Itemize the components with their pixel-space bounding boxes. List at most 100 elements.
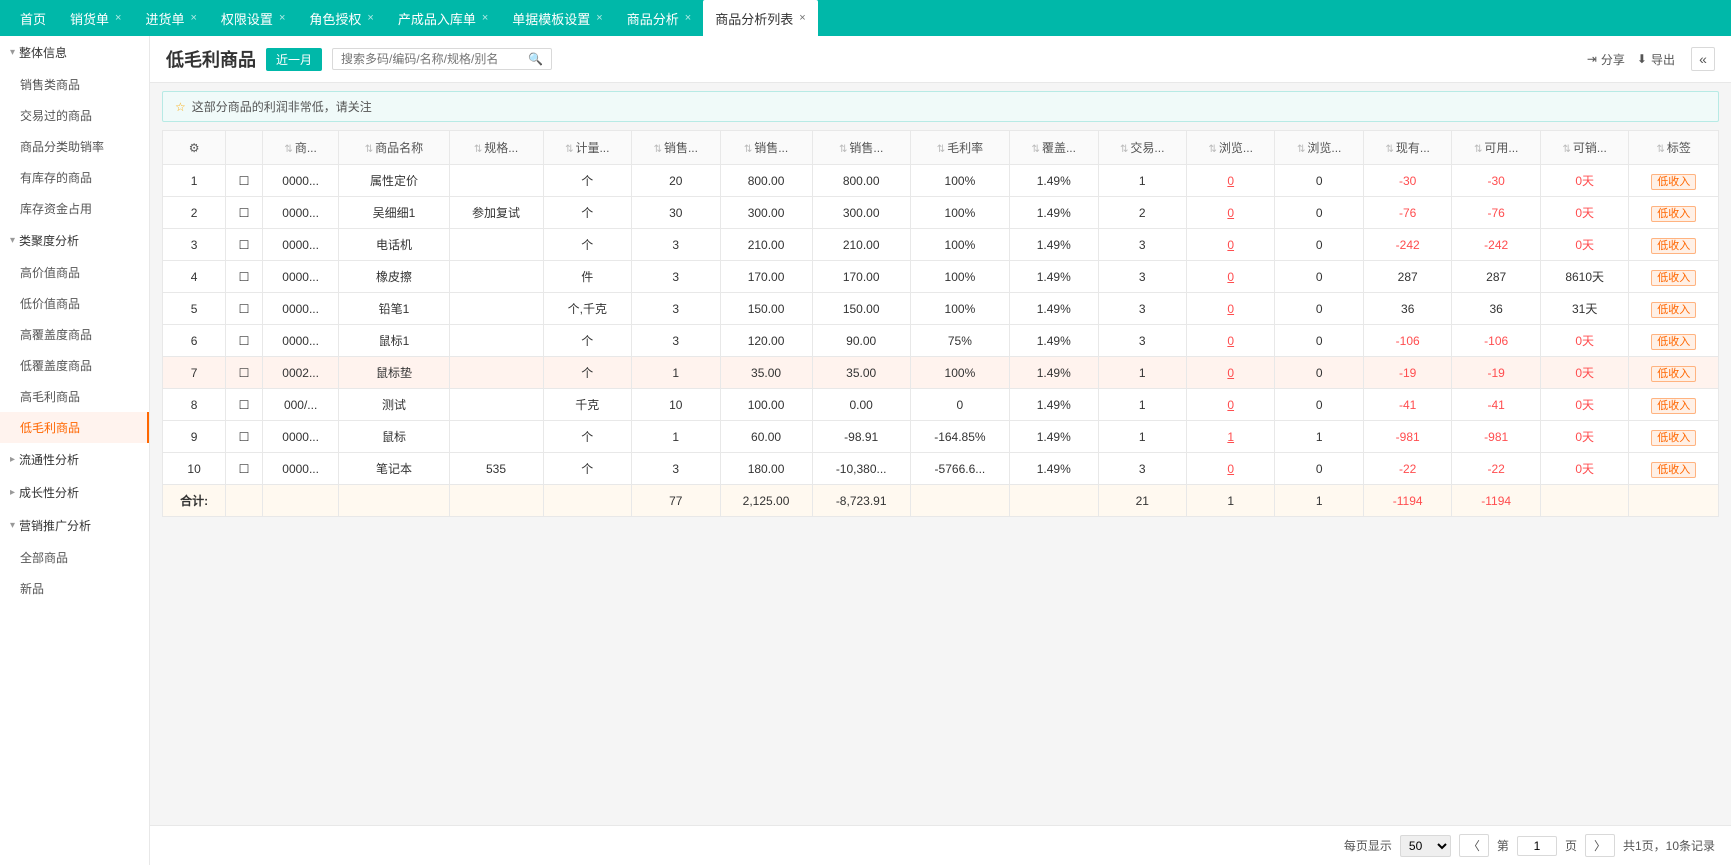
sidebar-group-营销推广分析[interactable]: ▾营销推广分析 (0, 509, 149, 542)
col-header-available_stock[interactable]: ⇅可用... (1452, 131, 1540, 165)
search-icon[interactable]: 🔍 (528, 52, 543, 66)
sidebar-group-流通性分析[interactable]: ▸流通性分析 (0, 443, 149, 476)
row-checkbox[interactable]: ☐ (226, 421, 263, 453)
sidebar-item-低价值商品[interactable]: 低价值商品 (0, 288, 149, 319)
nav-item-角色授权[interactable]: 角色授权× (297, 0, 385, 36)
col-header-deal_count[interactable]: ⇅交易... (1098, 131, 1186, 165)
view-link[interactable]: 0 (1227, 398, 1234, 412)
table-row[interactable]: 5☐0000...铅笔1个,千克3150.00150.00100%1.49%30… (163, 293, 1719, 325)
close-tab-icon[interactable]: × (279, 12, 285, 24)
col-header-saleable_days[interactable]: ⇅可销... (1540, 131, 1628, 165)
sidebar-item-商品分类助销率[interactable]: 商品分类助销率 (0, 131, 149, 162)
col-header-sales_amount[interactable]: ⇅销售... (812, 131, 910, 165)
time-filter-button[interactable]: 近一月 (266, 48, 322, 71)
row-checkbox[interactable]: ☐ (226, 389, 263, 421)
view-link[interactable]: 1 (1227, 430, 1234, 444)
view-link[interactable]: 0 (1227, 302, 1234, 316)
nav-item-产成品入库单[interactable]: 产成品入库单× (386, 0, 500, 36)
view-link[interactable]: 0 (1227, 238, 1234, 252)
view-count-1[interactable]: 0 (1186, 165, 1274, 197)
prev-page-button[interactable]: 〈 (1459, 834, 1489, 857)
col-header-current_stock[interactable]: ⇅现有... (1363, 131, 1451, 165)
sidebar-group-整体信息[interactable]: ▾整体信息 (0, 36, 149, 69)
nav-item-权限设置[interactable]: 权限设置× (209, 0, 297, 36)
close-tab-icon[interactable]: × (367, 12, 373, 24)
sidebar-item-全部商品[interactable]: 全部商品 (0, 542, 149, 573)
search-input[interactable] (341, 52, 528, 66)
col-header-code[interactable]: ⇅商... (262, 131, 339, 165)
table-row[interactable]: 3☐0000...电话机个3210.00210.00100%1.49%300-2… (163, 229, 1719, 261)
export-button[interactable]: ⬇ 导出 (1637, 51, 1675, 68)
table-row[interactable]: 4☐0000...橡皮擦件3170.00170.00100%1.49%30028… (163, 261, 1719, 293)
row-checkbox[interactable]: ☐ (226, 453, 263, 485)
sidebar-item-高毛利商品[interactable]: 高毛利商品 (0, 381, 149, 412)
sidebar-item-高价值商品[interactable]: 高价值商品 (0, 257, 149, 288)
view-count-1[interactable]: 0 (1186, 293, 1274, 325)
row-checkbox[interactable]: ☐ (226, 261, 263, 293)
table-row[interactable]: 10☐0000...笔记本535个3180.00-10,380...-5766.… (163, 453, 1719, 485)
view-count-1[interactable]: 0 (1186, 261, 1274, 293)
table-row[interactable]: 1☐0000...属性定价个20800.00800.00100%1.49%100… (163, 165, 1719, 197)
close-tab-icon[interactable]: × (596, 12, 602, 24)
view-count-1[interactable]: 1 (1186, 421, 1274, 453)
share-button[interactable]: ⇥ 分享 (1587, 51, 1625, 68)
nav-item-进货单[interactable]: 进货单× (133, 0, 208, 36)
view-link[interactable]: 0 (1227, 270, 1234, 284)
view-count-1[interactable]: 0 (1186, 229, 1274, 261)
col-header-gross_rate[interactable]: ⇅毛利率 (910, 131, 1009, 165)
col-header-unit[interactable]: ⇅计量... (543, 131, 631, 165)
view-count-1[interactable]: 0 (1186, 197, 1274, 229)
row-checkbox[interactable]: ☐ (226, 293, 263, 325)
view-link[interactable]: 0 (1227, 366, 1234, 380)
view-link[interactable]: 0 (1227, 206, 1234, 220)
col-header-sales_qty[interactable]: ⇅销售... (632, 131, 720, 165)
row-checkbox[interactable]: ☐ (226, 357, 263, 389)
col-header-tag[interactable]: ⇅标签 (1629, 131, 1719, 165)
table-row[interactable]: 7☐0002...鼠标垫个135.0035.00100%1.49%100-19-… (163, 357, 1719, 389)
row-checkbox[interactable]: ☐ (226, 165, 263, 197)
table-row[interactable]: 2☐0000...吴细细1参加复试个30300.00300.00100%1.49… (163, 197, 1719, 229)
view-count-1[interactable]: 0 (1186, 357, 1274, 389)
nav-item-商品分析列表[interactable]: 商品分析列表× (703, 0, 817, 36)
view-link[interactable]: 0 (1227, 462, 1234, 476)
sidebar-group-成长性分析[interactable]: ▸成长性分析 (0, 476, 149, 509)
sidebar-item-库存资金占用[interactable]: 库存资金占用 (0, 193, 149, 224)
view-link[interactable]: 0 (1227, 174, 1234, 188)
sidebar-item-高覆盖度商品[interactable]: 高覆盖度商品 (0, 319, 149, 350)
collapse-sidebar-button[interactable]: « (1691, 47, 1715, 71)
view-count-1[interactable]: 0 (1186, 325, 1274, 357)
table-row[interactable]: 6☐0000...鼠标1个3120.0090.0075%1.49%300-106… (163, 325, 1719, 357)
col-header-spec[interactable]: ⇅规格... (449, 131, 543, 165)
view-link[interactable]: 0 (1227, 334, 1234, 348)
col-header-view2[interactable]: ⇅浏览... (1275, 131, 1363, 165)
close-tab-icon[interactable]: × (115, 12, 121, 24)
nav-item-销货单[interactable]: 销货单× (58, 0, 133, 36)
col-header-coverage[interactable]: ⇅覆盖... (1010, 131, 1098, 165)
close-tab-icon[interactable]: × (190, 12, 196, 24)
col-header-view1[interactable]: ⇅浏览... (1186, 131, 1274, 165)
nav-item-单据模板设置[interactable]: 单据模板设置× (500, 0, 614, 36)
sidebar-item-低毛利商品[interactable]: 低毛利商品 (0, 412, 149, 443)
row-checkbox[interactable]: ☐ (226, 197, 263, 229)
col-header-sales_price[interactable]: ⇅销售... (720, 131, 812, 165)
next-page-button[interactable]: 〉 (1585, 834, 1615, 857)
nav-item-首页[interactable]: 首页 (8, 0, 58, 36)
table-row[interactable]: 8☐000/...测试千克10100.000.0001.49%100-41-41… (163, 389, 1719, 421)
page-size-select[interactable]: 50 20 100 (1400, 835, 1451, 857)
nav-item-商品分析[interactable]: 商品分析× (615, 0, 703, 36)
close-tab-icon[interactable]: × (482, 12, 488, 24)
sidebar-group-类聚度分析[interactable]: ▾类聚度分析 (0, 224, 149, 257)
sidebar-item-有库存的商品[interactable]: 有库存的商品 (0, 162, 149, 193)
sidebar-item-销售类商品[interactable]: 销售类商品 (0, 69, 149, 100)
view-count-1[interactable]: 0 (1186, 453, 1274, 485)
sidebar-item-交易过的商品[interactable]: 交易过的商品 (0, 100, 149, 131)
view-count-1[interactable]: 0 (1186, 389, 1274, 421)
sidebar-item-新品[interactable]: 新品 (0, 573, 149, 604)
page-number-input[interactable] (1517, 836, 1557, 856)
row-checkbox[interactable]: ☐ (226, 229, 263, 261)
sidebar-item-低覆盖度商品[interactable]: 低覆盖度商品 (0, 350, 149, 381)
close-tab-icon[interactable]: × (799, 12, 805, 24)
table-row[interactable]: 9☐0000...鼠标个160.00-98.91-164.85%1.49%111… (163, 421, 1719, 453)
row-checkbox[interactable]: ☐ (226, 325, 263, 357)
close-tab-icon[interactable]: × (685, 12, 691, 24)
